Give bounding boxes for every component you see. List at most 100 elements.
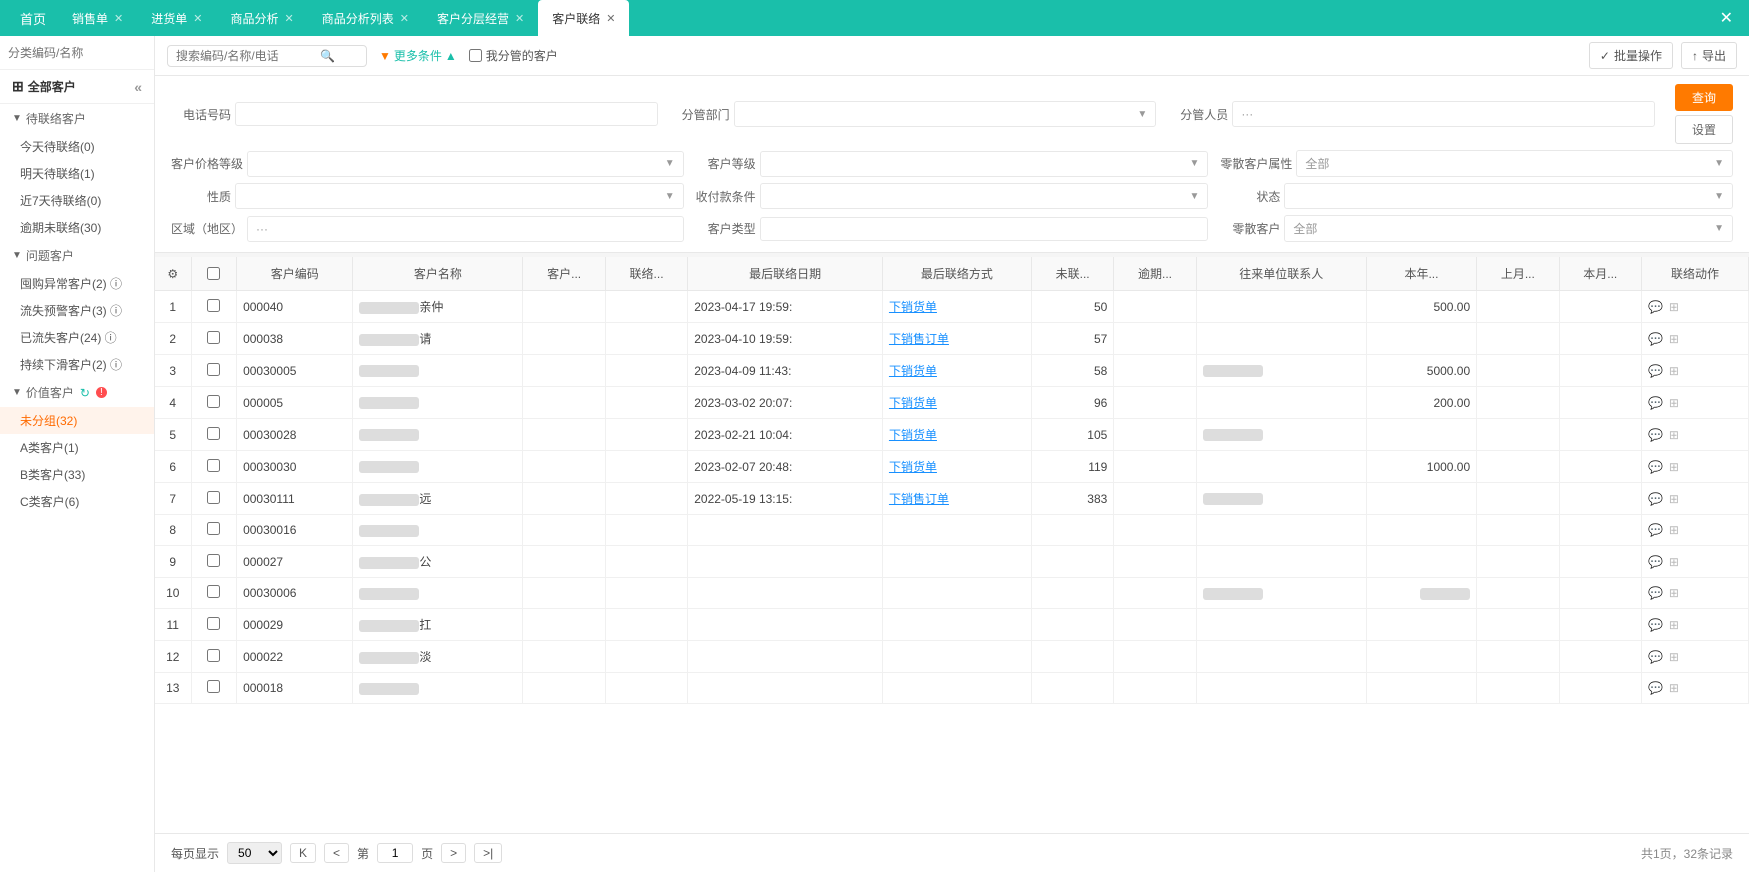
retail-attr-select[interactable]: 全部 ▼	[1296, 150, 1733, 177]
tab-product-analysis[interactable]: 商品分析 ✕	[216, 0, 307, 36]
grid-action-icon[interactable]: ⊞	[1669, 586, 1679, 600]
customer-type-input[interactable]	[760, 217, 1209, 241]
tab-close-segment[interactable]: ✕	[515, 12, 524, 25]
chat-icon[interactable]: 💬	[1648, 396, 1663, 410]
retail-customer-select[interactable]: 全部 ▼	[1284, 215, 1733, 242]
sidebar-item-churn-warning[interactable]: 流失预警客户(3) ⓘ	[0, 297, 154, 324]
sidebar-search-input[interactable]	[8, 46, 155, 60]
region-select[interactable]: ···	[247, 216, 684, 242]
first-page-btn[interactable]: K	[290, 843, 316, 863]
grid-action-icon[interactable]: ⊞	[1669, 650, 1679, 664]
sidebar-item-overdue[interactable]: 逾期未联络(30)	[0, 214, 154, 241]
grid-action-icon[interactable]: ⊞	[1669, 681, 1679, 695]
chat-icon[interactable]: 💬	[1648, 681, 1663, 695]
td-checkbox[interactable]	[191, 451, 237, 483]
status-select[interactable]: ▼	[1284, 183, 1733, 209]
tab-close-analysis-list[interactable]: ✕	[400, 12, 409, 25]
section-problem-customers[interactable]: ▼ 问题客户	[0, 241, 154, 270]
manager-select[interactable]: ···	[1232, 101, 1655, 127]
td-checkbox[interactable]	[191, 515, 237, 546]
chat-icon[interactable]: 💬	[1648, 650, 1663, 664]
chat-icon[interactable]: 💬	[1648, 460, 1663, 474]
tab-product-analysis-list[interactable]: 商品分析列表 ✕	[308, 0, 423, 36]
sidebar-item-class-a[interactable]: A类客户(1)	[0, 434, 154, 461]
chat-icon[interactable]: 💬	[1648, 586, 1663, 600]
section-value-customers[interactable]: ▼ 价值客户 ↻ !	[0, 378, 154, 407]
tab-close-contact[interactable]: ✕	[606, 12, 615, 25]
tab-close-sales[interactable]: ✕	[114, 12, 123, 25]
chat-icon[interactable]: 💬	[1648, 300, 1663, 314]
grid-action-icon[interactable]: ⊞	[1669, 396, 1679, 410]
gear-icon[interactable]: ⚙	[167, 267, 178, 281]
grid-action-icon[interactable]: ⊞	[1669, 523, 1679, 537]
refresh-icon[interactable]: ↻	[80, 386, 90, 400]
grid-action-icon[interactable]: ⊞	[1669, 428, 1679, 442]
filter-search-input[interactable]	[176, 49, 316, 63]
grid-action-icon[interactable]: ⊞	[1669, 300, 1679, 314]
my-customers-checkbox[interactable]	[469, 49, 482, 62]
th-checkbox[interactable]	[191, 257, 237, 291]
tab-customer-contact[interactable]: 客户联络 ✕	[538, 0, 629, 36]
my-customers-filter[interactable]: 我分管的客户	[469, 47, 558, 64]
filter-search-box[interactable]: 🔍	[167, 45, 367, 67]
reset-button[interactable]: 设置	[1675, 115, 1733, 144]
tab-sales-order[interactable]: 销售单 ✕	[58, 0, 137, 36]
td-checkbox[interactable]	[191, 641, 237, 673]
chat-icon[interactable]: 💬	[1648, 555, 1663, 569]
chat-icon[interactable]: 💬	[1648, 332, 1663, 346]
page-number-input[interactable]	[377, 843, 413, 863]
sidebar-item-tomorrow-pending[interactable]: 明天待联络(1)	[0, 160, 154, 187]
tab-close-purchase[interactable]: ✕	[193, 12, 202, 25]
tab-close-analysis[interactable]: ✕	[285, 12, 294, 25]
sidebar-item-churned[interactable]: 已流失客户(24) ⓘ	[0, 324, 154, 351]
dept-select[interactable]: ▼	[734, 101, 1157, 127]
td-checkbox[interactable]	[191, 578, 237, 609]
last-page-btn[interactable]: >|	[474, 843, 502, 863]
bulk-ops-button[interactable]: ✓ 批量操作	[1589, 42, 1673, 69]
region-dots[interactable]: ···	[256, 222, 268, 236]
customer-grade-select[interactable]: ▼	[760, 151, 1209, 177]
price-grade-select[interactable]: ▼	[247, 151, 684, 177]
chat-icon[interactable]: 💬	[1648, 523, 1663, 537]
td-checkbox[interactable]	[191, 355, 237, 387]
td-checkbox[interactable]	[191, 419, 237, 451]
payment-select[interactable]: ▼	[760, 183, 1209, 209]
phone-input[interactable]	[235, 102, 658, 126]
td-checkbox[interactable]	[191, 673, 237, 704]
sidebar-item-today-pending[interactable]: 今天待联络(0)	[0, 133, 154, 160]
td-checkbox[interactable]	[191, 609, 237, 641]
sidebar-item-declining[interactable]: 持续下滑客户(2) ⓘ	[0, 351, 154, 378]
chat-icon[interactable]: 💬	[1648, 618, 1663, 632]
grid-action-icon[interactable]: ⊞	[1669, 618, 1679, 632]
query-button[interactable]: 查询	[1675, 84, 1733, 111]
tab-home[interactable]: 首页	[8, 0, 58, 36]
section-pending-contact[interactable]: ▼ 待联络客户	[0, 104, 154, 133]
filter-search-icon[interactable]: 🔍	[320, 49, 335, 63]
td-checkbox[interactable]	[191, 483, 237, 515]
td-checkbox[interactable]	[191, 291, 237, 323]
grid-action-icon[interactable]: ⊞	[1669, 492, 1679, 506]
sidebar-item-unclassified[interactable]: 未分组(32)	[0, 407, 154, 434]
manager-dots[interactable]: ···	[1241, 107, 1253, 121]
sidebar-item-class-c[interactable]: C类客户(6)	[0, 488, 154, 515]
sidebar-item-hoard-anomaly[interactable]: 囤购异常客户(2) ⓘ	[0, 270, 154, 297]
td-checkbox[interactable]	[191, 387, 237, 419]
grid-action-icon[interactable]: ⊞	[1669, 460, 1679, 474]
th-settings[interactable]: ⚙	[155, 257, 191, 291]
next-page-btn[interactable]: >	[441, 843, 466, 863]
export-button[interactable]: ↑ 导出	[1681, 42, 1737, 69]
select-all-checkbox[interactable]	[207, 267, 220, 280]
sidebar-item-7days-pending[interactable]: 近7天待联络(0)	[0, 187, 154, 214]
close-app-button[interactable]: ✕	[1712, 8, 1741, 28]
chat-icon[interactable]: 💬	[1648, 364, 1663, 378]
sidebar-all-customers[interactable]: ⊞ 全部客户 «	[0, 70, 154, 104]
td-checkbox[interactable]	[191, 546, 237, 578]
td-checkbox[interactable]	[191, 323, 237, 355]
filter-more-conditions[interactable]: ▼ 更多条件 ▲	[379, 47, 457, 64]
sidebar-item-class-b[interactable]: B类客户(33)	[0, 461, 154, 488]
grid-action-icon[interactable]: ⊞	[1669, 364, 1679, 378]
chat-icon[interactable]: 💬	[1648, 428, 1663, 442]
tab-customer-segment[interactable]: 客户分层经营 ✕	[423, 0, 538, 36]
grid-action-icon[interactable]: ⊞	[1669, 555, 1679, 569]
grid-action-icon[interactable]: ⊞	[1669, 332, 1679, 346]
